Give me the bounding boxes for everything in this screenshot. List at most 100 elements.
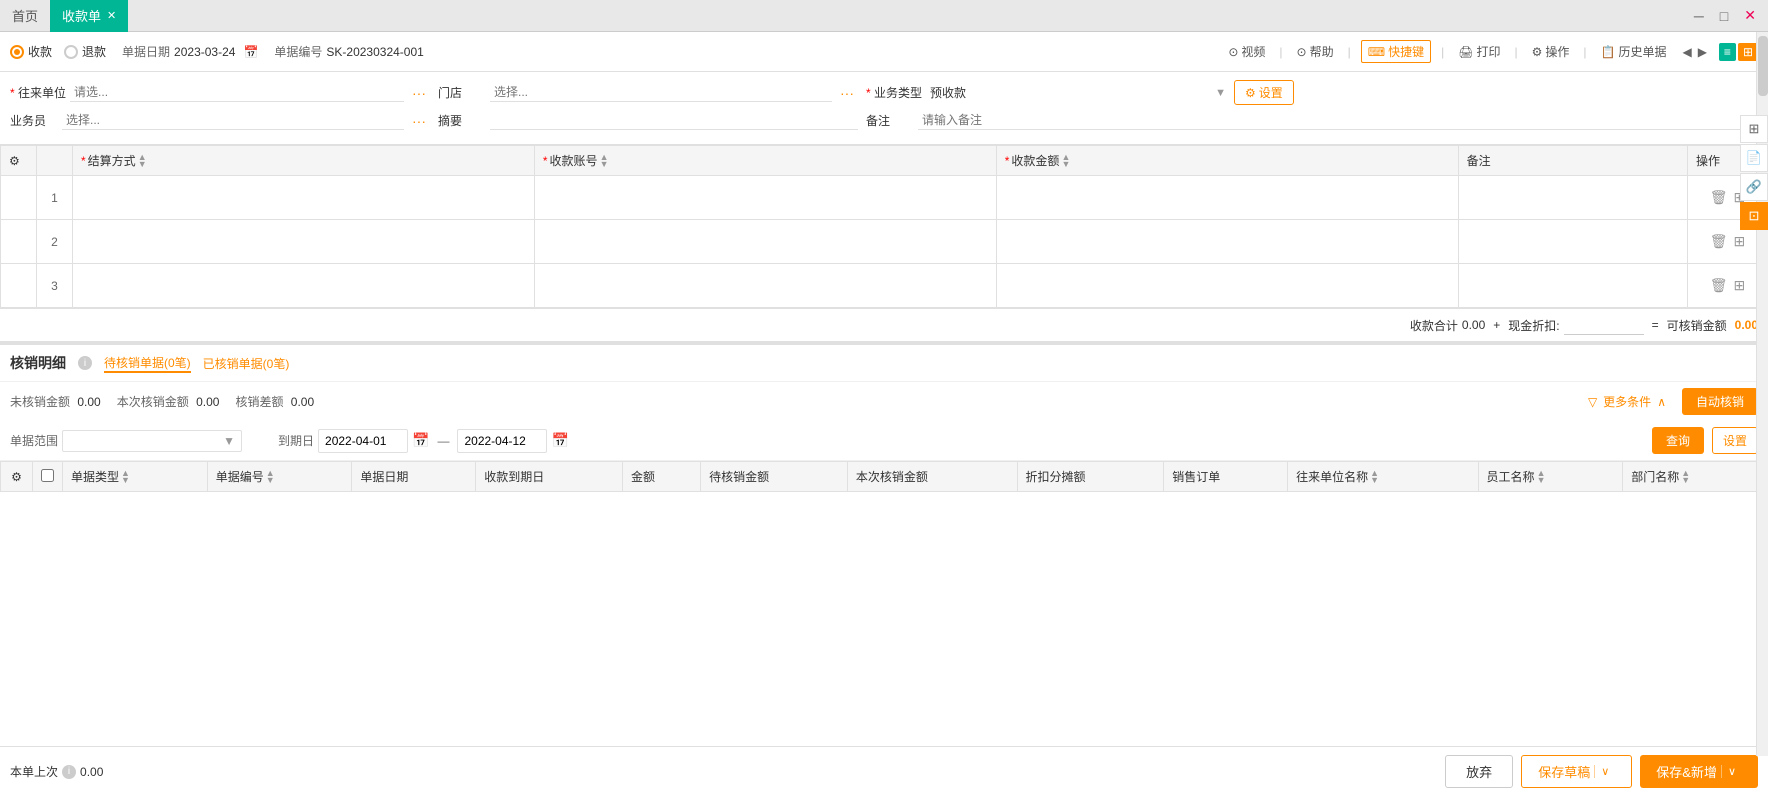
- query-btn[interactable]: 查询: [1652, 427, 1704, 454]
- more-conditions-btn[interactable]: ▽ 更多条件 ∧: [1588, 393, 1666, 410]
- copy-row-2[interactable]: ⊞: [1734, 233, 1746, 250]
- toolbar: 收款 退款 单据日期 2023-03-24 📅 单据编号 SK-20230324…: [0, 32, 1768, 72]
- counterpart-input[interactable]: [70, 83, 404, 102]
- store-more-btn[interactable]: ···: [836, 85, 858, 101]
- sort-doctype[interactable]: ▲▼: [121, 470, 130, 483]
- bth-counterpart: 往来单位名称▲▼: [1288, 462, 1478, 492]
- tab-home[interactable]: 首页: [0, 0, 50, 32]
- calendar-icon[interactable]: 📅: [243, 45, 258, 59]
- delete-row-1[interactable]: 🗑: [1710, 189, 1728, 206]
- sort-amount[interactable]: ▲▼: [1061, 154, 1070, 167]
- sidebar-table-icon[interactable]: ⊞: [1740, 115, 1768, 143]
- store-field: 门店 ···: [438, 83, 858, 102]
- docno-label: 单据编号: [274, 43, 322, 60]
- reconcile-section: 核销明细 i 待核销单据(0笔) 已核销单据(0笔) 未核销金额 0.00 本次…: [0, 343, 1768, 746]
- discount-input[interactable]: [1564, 315, 1644, 335]
- video-btn[interactable]: ⊙ 视频: [1224, 41, 1269, 62]
- td-rownum-3: 3: [37, 264, 73, 308]
- date-to-input[interactable]: [457, 429, 547, 453]
- radio-receive[interactable]: 收款: [10, 43, 52, 60]
- td-remark-2[interactable]: [1458, 220, 1687, 264]
- completed-tab[interactable]: 已核销单据(0笔): [203, 355, 290, 372]
- delete-row-2[interactable]: 🗑: [1710, 233, 1728, 250]
- prev-info-icon[interactable]: i: [62, 765, 76, 779]
- bth-checkbox: [33, 462, 63, 492]
- td-account-1[interactable]: [534, 176, 996, 220]
- th-settlement: *结算方式 ▲▼: [73, 146, 535, 176]
- sort-staff[interactable]: ▲▼: [1537, 470, 1546, 483]
- td-remark-1[interactable]: [1458, 176, 1687, 220]
- bth-docdate: 单据日期: [352, 462, 476, 492]
- copy-row-3[interactable]: ⊞: [1734, 277, 1746, 294]
- split-view-btn[interactable]: ⊞: [1738, 43, 1758, 61]
- shortcut-btn[interactable]: ⌨ 快捷键: [1361, 40, 1431, 63]
- staff-more-btn[interactable]: ···: [408, 113, 430, 129]
- sort-dept[interactable]: ▲▼: [1681, 470, 1690, 483]
- sidebar-link-icon[interactable]: 🔗: [1740, 173, 1768, 201]
- footer: 本单上次 i 0.00 放弃 保存草稿 ∨ 保存&新增 ∨: [0, 746, 1768, 796]
- tab-receipt[interactable]: 收款单 ✕: [50, 0, 128, 32]
- biz-type-dropdown[interactable]: ▼: [1215, 87, 1226, 99]
- print-btn[interactable]: 🖨 打印: [1454, 41, 1504, 62]
- sort-settlement[interactable]: ▲▼: [138, 154, 147, 167]
- td-settlement-3[interactable]: [73, 264, 535, 308]
- date-value[interactable]: 2023-03-24: [174, 45, 235, 59]
- sidebar-doc-icon[interactable]: 📄: [1740, 144, 1768, 172]
- draft-btn[interactable]: 保存草稿 ∨: [1521, 755, 1632, 788]
- list-view-btn[interactable]: ≡: [1719, 43, 1736, 61]
- table-row: 3 🗑 ⊞: [1, 264, 1768, 308]
- store-input[interactable]: [490, 83, 832, 102]
- save-btn[interactable]: 保存&新增 ∨: [1640, 755, 1758, 788]
- sidebar-scan-icon[interactable]: ⊡: [1740, 202, 1768, 230]
- info-icon[interactable]: i: [78, 356, 92, 370]
- sort-docno[interactable]: ▲▼: [266, 470, 275, 483]
- staff-input[interactable]: [62, 111, 404, 130]
- delete-row-3[interactable]: 🗑: [1710, 277, 1728, 294]
- discard-btn[interactable]: 放弃: [1445, 755, 1513, 788]
- maximize-btn[interactable]: □: [1716, 6, 1732, 26]
- close-btn[interactable]: ✕: [1740, 5, 1760, 26]
- td-account-3[interactable]: [534, 264, 996, 308]
- cal-from-icon[interactable]: 📅: [412, 432, 429, 449]
- filter-settings-btn[interactable]: 设置: [1712, 427, 1758, 454]
- td-amount-1[interactable]: [996, 176, 1458, 220]
- radio-refund[interactable]: 退款: [64, 43, 106, 60]
- staff-label: 业务员: [10, 112, 58, 129]
- sort-account[interactable]: ▲▼: [600, 154, 609, 167]
- td-amount-3[interactable]: [996, 264, 1458, 308]
- td-remark-3[interactable]: [1458, 264, 1687, 308]
- auto-reconcile-btn[interactable]: 自动核销: [1682, 388, 1758, 415]
- operate-btn[interactable]: ⚙ 操作: [1528, 41, 1574, 62]
- save-arrow[interactable]: ∨: [1721, 765, 1742, 778]
- summary-label: 摘要: [438, 112, 486, 129]
- pending-tab[interactable]: 待核销单据(0笔): [104, 354, 191, 373]
- minimize-btn[interactable]: ─: [1690, 6, 1708, 26]
- reconcile-table: ⚙ 单据类型▲▼ 单据编号▲▼ 单据日期: [0, 461, 1768, 492]
- sort-counterpart[interactable]: ▲▼: [1370, 470, 1379, 483]
- nav-next[interactable]: ▶: [1696, 43, 1709, 61]
- scrollbar-thumb[interactable]: [1758, 36, 1768, 96]
- current-value: 0.00: [196, 395, 219, 409]
- draft-arrow[interactable]: ∨: [1594, 765, 1615, 778]
- td-settlement-2[interactable]: [73, 220, 535, 264]
- summary-input[interactable]: [490, 111, 858, 130]
- counterpart-more-btn[interactable]: ···: [408, 85, 430, 101]
- td-account-2[interactable]: [534, 220, 996, 264]
- th-settings[interactable]: ⚙: [1, 146, 37, 176]
- bth-doctype: 单据类型▲▼: [63, 462, 208, 492]
- date-from-input[interactable]: [318, 429, 408, 453]
- nav-prev[interactable]: ◀: [1680, 43, 1693, 61]
- range-select[interactable]: ▼: [62, 430, 242, 452]
- cal-to-icon[interactable]: 📅: [551, 432, 568, 449]
- select-all-checkbox[interactable]: [41, 469, 54, 482]
- td-amount-2[interactable]: [996, 220, 1458, 264]
- history-btn[interactable]: 📋 历史单据: [1596, 41, 1670, 62]
- tab-close-icon[interactable]: ✕: [107, 9, 116, 22]
- td-settlement-1[interactable]: [73, 176, 535, 220]
- remark-input[interactable]: [918, 111, 1758, 130]
- settings-button[interactable]: ⚙ 设置: [1234, 80, 1294, 105]
- th-remark: 备注: [1458, 146, 1687, 176]
- due-date-label: 到期日: [278, 432, 314, 449]
- help-btn[interactable]: ⊙ 帮助: [1293, 41, 1338, 62]
- bth-settings[interactable]: ⚙: [1, 462, 33, 492]
